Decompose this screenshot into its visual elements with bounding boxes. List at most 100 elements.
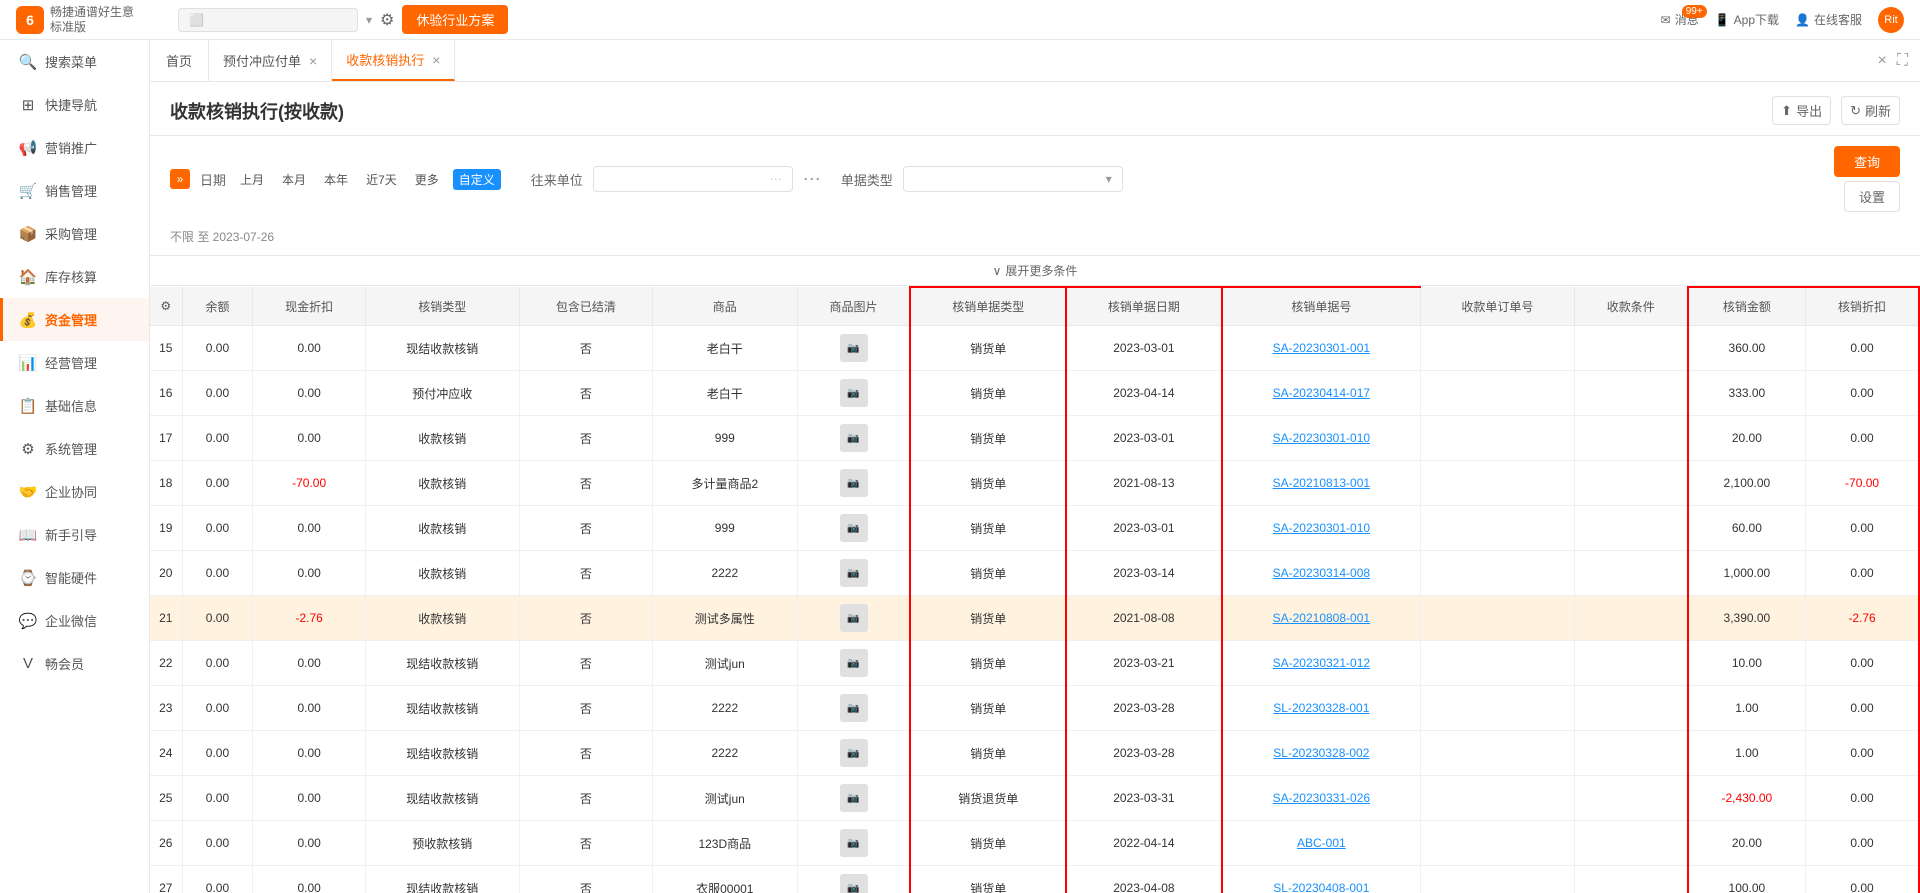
bill-no-link[interactable]: SL-20230408-001 (1273, 881, 1369, 893)
row-order-no (1420, 461, 1574, 506)
date-link-this-year[interactable]: 本年 (320, 169, 352, 190)
quicknav-icon: ⊞ (19, 96, 37, 114)
partner-more-icon[interactable]: ⋯ (803, 169, 821, 190)
row-bill-no[interactable]: SA-20230314-008 (1222, 551, 1421, 596)
filter-expand-arrow[interactable]: » (170, 169, 190, 189)
bill-no-link[interactable]: SA-20230321-012 (1273, 656, 1370, 670)
sidebar-item-hardware[interactable]: ⌚ 智能硬件 (0, 556, 149, 599)
row-bill-no[interactable]: SA-20230331-026 (1222, 776, 1421, 821)
bill-no-link[interactable]: SA-20230314-008 (1273, 566, 1370, 580)
query-group: 查询 设置 (1834, 146, 1900, 212)
row-bill-no[interactable]: SA-20230301-010 (1222, 416, 1421, 461)
row-id: 26 (150, 821, 182, 866)
refresh-button[interactable]: ↻ 刷新 (1841, 96, 1900, 125)
row-balance: 0.00 (182, 461, 253, 506)
date-link-last-month[interactable]: 上月 (236, 169, 268, 190)
row-order-no (1420, 776, 1574, 821)
row-bill-no[interactable]: SA-20230301-010 (1222, 506, 1421, 551)
bill-no-link[interactable]: SA-20230301-001 (1273, 341, 1370, 355)
row-verify-type: 现结收款核销 (365, 776, 519, 821)
row-bill-no[interactable]: SA-20210813-001 (1222, 461, 1421, 506)
setting-button[interactable]: 设置 (1844, 181, 1900, 212)
row-bill-no[interactable]: SL-20230328-002 (1222, 731, 1421, 776)
tab-verify[interactable]: 收款核销执行 × (332, 40, 455, 81)
row-bill-type: 销货单 (910, 596, 1066, 641)
col-discount: 核销折扣 (1806, 287, 1919, 326)
sidebar-item-finance[interactable]: 💰 资金管理 (0, 298, 149, 341)
date-link-custom[interactable]: 自定义 (453, 169, 501, 190)
sidebar-item-wechat[interactable]: 💬 企业微信 (0, 599, 149, 642)
bill-no-link[interactable]: SL-20230328-001 (1273, 701, 1369, 715)
sidebar-item-purchase[interactable]: 📦 采购管理 (0, 212, 149, 255)
bill-no-link[interactable]: ABC-001 (1297, 836, 1346, 850)
row-bill-no[interactable]: SL-20230328-001 (1222, 686, 1421, 731)
sidebar-item-search[interactable]: 🔍 搜索菜单 (0, 40, 149, 83)
industry-button[interactable]: 休验行业方案 (402, 5, 508, 34)
row-cash-discount: 0.00 (253, 371, 365, 416)
sidebar-item-basic[interactable]: 📋 基础信息 (0, 384, 149, 427)
row-bill-no[interactable]: SA-20230321-012 (1222, 641, 1421, 686)
row-product: 老白干 (652, 326, 797, 371)
guide-icon: 📖 (19, 526, 37, 544)
sidebar-item-guide[interactable]: 📖 新手引导 (0, 513, 149, 556)
date-link-7days[interactable]: 近7天 (362, 169, 401, 190)
row-balance: 0.00 (182, 821, 253, 866)
sidebar-item-enterprise[interactable]: 🤝 企业协同 (0, 470, 149, 513)
sidebar-item-quicknav[interactable]: ⊞ 快捷导航 (0, 83, 149, 126)
row-cash-discount: 0.00 (253, 416, 365, 461)
sidebar-item-member[interactable]: V 畅会员 (0, 642, 149, 685)
gear-icon[interactable]: ⚙ (380, 10, 394, 30)
bill-type-select[interactable]: ▾ (903, 166, 1123, 192)
row-product-img: 📷 (797, 641, 910, 686)
bill-no-link[interactable]: SA-20230301-010 (1273, 521, 1370, 535)
row-bill-no[interactable]: SL-20230408-001 (1222, 866, 1421, 893)
bill-no-link[interactable]: SA-20210813-001 (1273, 476, 1370, 490)
row-bill-type: 销货单 (910, 371, 1066, 416)
partner-input[interactable]: ⋯ (593, 166, 793, 192)
marketing-icon: 📢 (19, 139, 37, 157)
date-link-more[interactable]: 更多 (411, 169, 443, 190)
sidebar-item-system[interactable]: ⚙ 系统管理 (0, 427, 149, 470)
sidebar-item-marketing[interactable]: 📢 营销推广 (0, 126, 149, 169)
tab-close-all-icon[interactable]: × (1873, 48, 1890, 74)
tab-home[interactable]: 首页 (150, 40, 209, 81)
row-discount: 0.00 (1806, 506, 1919, 551)
tab-prepay-close-icon[interactable]: × (309, 53, 317, 69)
online-service-button[interactable]: 👤 在线客服 (1795, 11, 1862, 28)
message-button[interactable]: ✉ 消息 99+ (1661, 11, 1699, 28)
expand-conditions-button[interactable]: ∨ 展开更多条件 (993, 262, 1078, 279)
row-bill-no[interactable]: SA-20230301-001 (1222, 326, 1421, 371)
top-search-box[interactable]: ⬜ (178, 8, 358, 32)
row-id: 18 (150, 461, 182, 506)
bill-no-link[interactable]: SA-20210808-001 (1273, 611, 1370, 625)
query-button[interactable]: 查询 (1834, 146, 1900, 177)
row-amount: 60.00 (1688, 506, 1806, 551)
row-cash-discount: -70.00 (253, 461, 365, 506)
date-link-this-month[interactable]: 本月 (278, 169, 310, 190)
tab-prepay[interactable]: 预付冲应付单 × (209, 40, 332, 81)
row-condition (1574, 371, 1687, 416)
app-download-button[interactable]: 📱 App下载 (1715, 11, 1779, 28)
row-condition (1574, 461, 1687, 506)
table-settings-header[interactable]: ⚙ (150, 287, 182, 326)
dropdown-arrow-icon[interactable]: ▾ (366, 13, 372, 27)
tab-expand-icon[interactable]: ⛶ (1893, 48, 1912, 74)
bill-no-link[interactable]: SA-20230331-026 (1273, 791, 1370, 805)
row-order-no (1420, 641, 1574, 686)
sidebar-item-operation[interactable]: 📊 经营管理 (0, 341, 149, 384)
row-bill-no[interactable]: SA-20230414-017 (1222, 371, 1421, 416)
col-balance: 余额 (182, 287, 253, 326)
bill-no-link[interactable]: SA-20230301-010 (1273, 431, 1370, 445)
row-bill-no[interactable]: ABC-001 (1222, 821, 1421, 866)
row-verify-type: 现结收款核销 (365, 641, 519, 686)
export-button[interactable]: ⬆ 导出 (1772, 96, 1831, 125)
row-bill-no[interactable]: SA-20210808-001 (1222, 596, 1421, 641)
sidebar-item-inventory[interactable]: 🏠 库存核算 (0, 255, 149, 298)
row-condition (1574, 326, 1687, 371)
user-avatar[interactable]: Rit (1878, 7, 1904, 33)
sidebar-item-sales[interactable]: 🛒 销售管理 (0, 169, 149, 212)
bill-no-link[interactable]: SA-20230414-017 (1273, 386, 1370, 400)
bill-no-link[interactable]: SL-20230328-002 (1273, 746, 1369, 760)
tab-verify-close-icon[interactable]: × (432, 52, 440, 68)
data-table: ⚙ 余额 现金折扣 核销类型 包含已结清 商品 商品图片 核销单据类型 核销单据… (150, 286, 1920, 893)
